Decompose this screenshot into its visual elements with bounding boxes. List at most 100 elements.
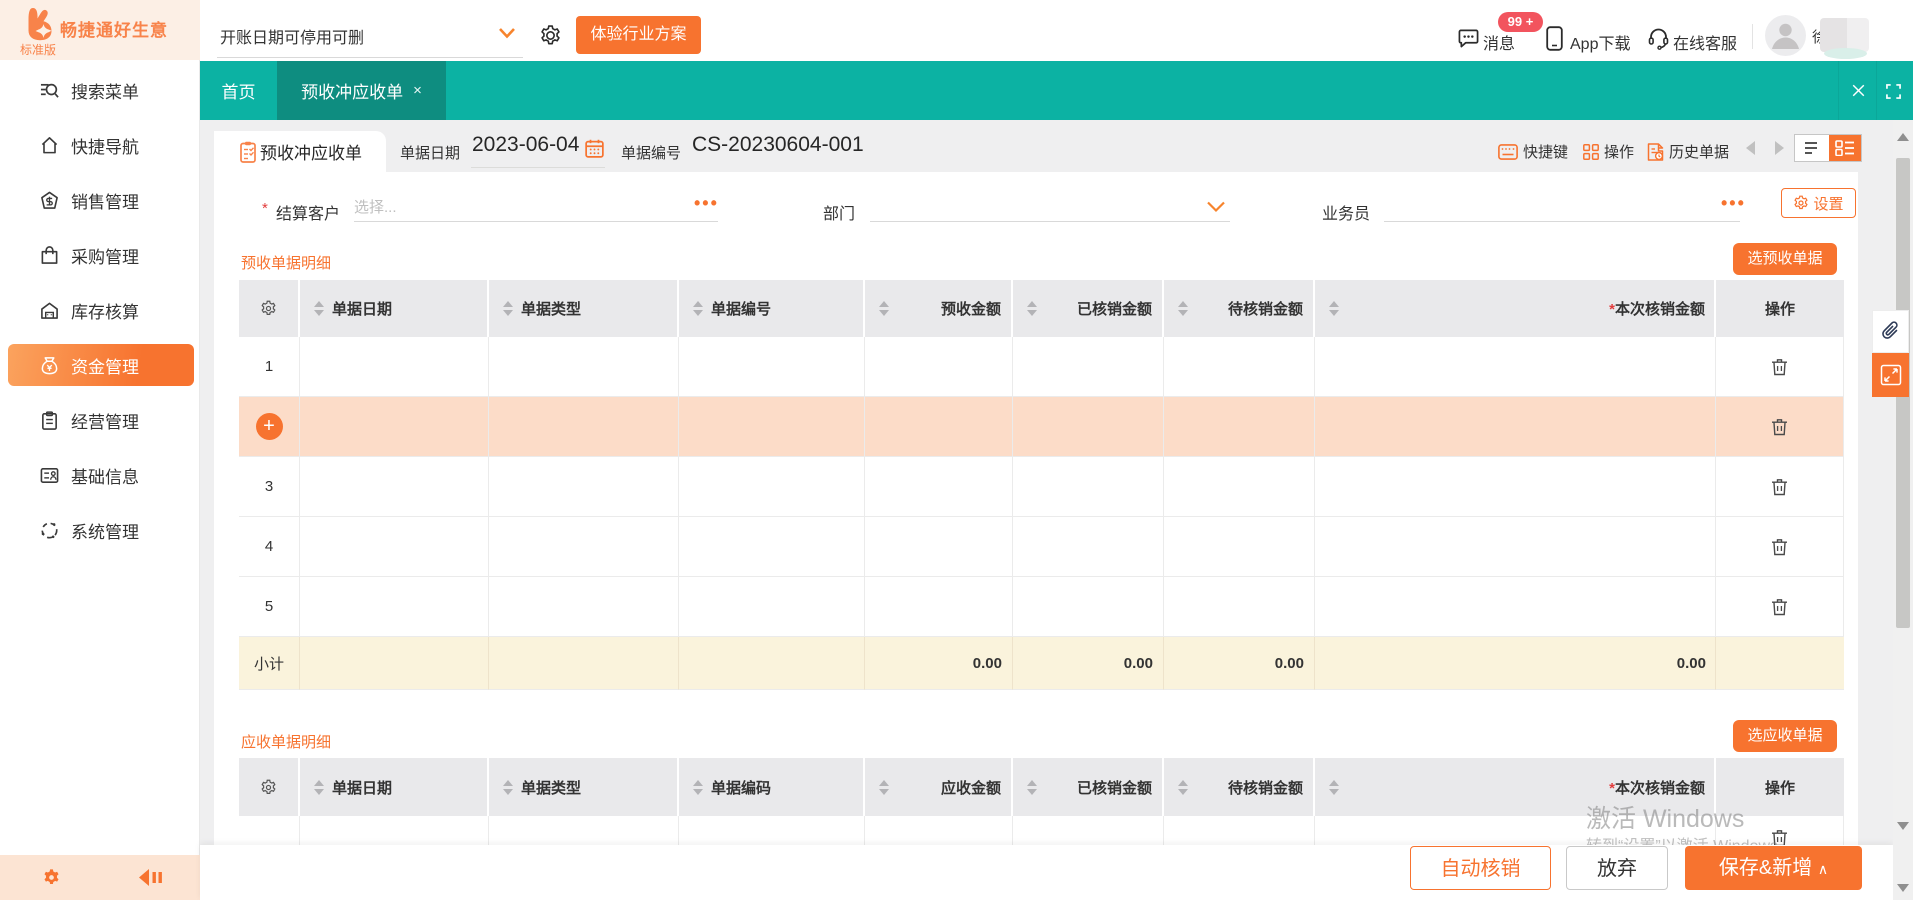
history-tool[interactable]: 历史单据 (1647, 141, 1729, 162)
table-cell[interactable] (1164, 517, 1315, 577)
table-cell[interactable] (1013, 816, 1164, 845)
table-row[interactable]: 4 (239, 517, 1844, 577)
table-cell[interactable] (1315, 517, 1716, 577)
sidebar-item-0[interactable]: 搜索菜单 (8, 69, 194, 111)
column-header[interactable]: 已核销金额 (1013, 280, 1164, 337)
table-cell[interactable] (300, 517, 489, 577)
table-cell[interactable] (300, 397, 489, 457)
table-cell[interactable] (300, 577, 489, 637)
table-row[interactable]: 1 (239, 337, 1844, 397)
delete-row-icon[interactable] (1771, 358, 1788, 376)
actions-tool[interactable]: 操作 (1583, 141, 1634, 162)
sort-icon[interactable] (693, 301, 703, 316)
table-cell[interactable] (300, 337, 489, 397)
table-cell[interactable] (1315, 577, 1716, 637)
table-cell[interactable] (489, 816, 679, 845)
table-cell[interactable] (865, 517, 1013, 577)
table-settings-icon[interactable] (260, 779, 277, 796)
account-set-select[interactable]: 开账日期可停用可删 (220, 24, 364, 48)
sidebar-item-5[interactable]: 资金管理 (8, 344, 194, 386)
table-cell[interactable] (489, 577, 679, 637)
settings-button[interactable]: 设置 (1781, 188, 1856, 218)
table-cell[interactable] (1013, 577, 1164, 637)
tab-doc[interactable]: 预收冲应收单 × (277, 61, 446, 120)
sidebar-item-4[interactable]: 库存核算 (8, 289, 194, 331)
sidebar-settings-icon[interactable] (42, 868, 61, 887)
table-cell[interactable] (489, 517, 679, 577)
sort-icon[interactable] (1027, 301, 1037, 316)
app-download-label[interactable]: App下载 (1570, 30, 1630, 54)
expand-float-button[interactable] (1872, 353, 1909, 397)
chevron-down-icon[interactable] (498, 27, 516, 39)
card-view-button[interactable] (1829, 135, 1862, 161)
gear-icon[interactable] (539, 24, 562, 47)
table-cell[interactable] (865, 457, 1013, 517)
table-cell[interactable] (300, 457, 489, 517)
scrollbar-up-icon[interactable] (1897, 133, 1909, 141)
table-cell[interactable] (1315, 397, 1716, 457)
sidebar-item-6[interactable]: 经营管理 (8, 399, 194, 441)
table-cell[interactable] (1164, 337, 1315, 397)
table-cell[interactable] (679, 816, 865, 845)
table-cell[interactable] (1315, 337, 1716, 397)
table-cell[interactable] (679, 517, 865, 577)
save-and-new-button[interactable]: 保存&新增 ∧ (1685, 846, 1862, 890)
delete-row-icon[interactable] (1771, 538, 1788, 556)
column-header[interactable]: 单据日期 (300, 758, 489, 816)
column-header[interactable]: 待核销金额 (1164, 280, 1315, 337)
table-cell[interactable] (679, 397, 865, 457)
table-cell[interactable] (865, 337, 1013, 397)
sort-icon[interactable] (503, 301, 513, 316)
app-download-icon[interactable] (1546, 26, 1563, 51)
prev-doc-icon[interactable] (1746, 141, 1755, 155)
table-settings-icon[interactable] (260, 300, 277, 317)
sidebar-item-8[interactable]: 系统管理 (8, 509, 194, 551)
auto-verify-button[interactable]: 自动核销 (1410, 846, 1551, 890)
column-header[interactable]: 应收金额 (865, 758, 1013, 816)
sort-icon[interactable] (1329, 301, 1339, 316)
table-cell[interactable] (1013, 337, 1164, 397)
column-header[interactable]: 单据日期 (300, 280, 489, 337)
save-chevron-up-icon[interactable]: ∧ (1818, 861, 1828, 877)
next-doc-icon[interactable] (1775, 141, 1784, 155)
sort-icon[interactable] (879, 780, 889, 795)
table-row[interactable]: + (239, 397, 1844, 457)
column-header[interactable]: 已核销金额 (1013, 758, 1164, 816)
sidebar-item-2[interactable]: 销售管理 (8, 179, 194, 221)
table-cell[interactable] (679, 577, 865, 637)
sidebar-item-3[interactable]: 采购管理 (8, 234, 194, 276)
salesman-input[interactable] (1384, 196, 1740, 222)
trial-plan-button[interactable]: 体验行业方案 (576, 16, 701, 54)
sort-icon[interactable] (1178, 780, 1188, 795)
message-icon[interactable] (1458, 28, 1479, 49)
delete-row-icon[interactable] (1771, 418, 1788, 436)
sort-icon[interactable] (1178, 301, 1188, 316)
collapse-sidebar-icon[interactable] (138, 868, 164, 887)
column-header[interactable]: 单据编号 (679, 280, 865, 337)
department-chevron-icon[interactable] (1206, 201, 1226, 213)
customer-input[interactable]: 选择... (354, 196, 718, 222)
salesman-more-icon[interactable]: ••• (1721, 198, 1746, 208)
table-cell[interactable] (1013, 397, 1164, 457)
column-header[interactable]: 单据类型 (489, 758, 679, 816)
column-header[interactable]: 单据类型 (489, 280, 679, 337)
customer-more-icon[interactable]: ••• (694, 198, 719, 208)
column-header[interactable]: 单据编码 (679, 758, 865, 816)
document-tab[interactable]: 预收冲应收单 (214, 131, 386, 172)
table-row[interactable]: 5 (239, 577, 1844, 637)
table-cell[interactable] (1164, 577, 1315, 637)
sidebar-item-7[interactable]: 基础信息 (8, 454, 194, 496)
shortcut-keys-tool[interactable]: 快捷键 (1498, 141, 1568, 162)
column-header[interactable]: 待核销金额 (1164, 758, 1315, 816)
column-header[interactable]: *本次核销金额 (1315, 280, 1716, 337)
window-scrollbar-down-icon[interactable] (1897, 884, 1909, 892)
scrollbar-down-icon[interactable] (1897, 822, 1909, 830)
sidebar-item-1[interactable]: 快捷导航 (8, 124, 194, 166)
select-receivable-button[interactable]: 选应收单据 (1733, 720, 1837, 752)
table-cell[interactable] (679, 337, 865, 397)
close-all-icon[interactable] (1852, 84, 1865, 97)
table-cell[interactable] (1013, 517, 1164, 577)
select-prepaid-button[interactable]: 选预收单据 (1733, 243, 1837, 275)
fullscreen-icon[interactable] (1886, 84, 1901, 99)
table-cell[interactable] (865, 397, 1013, 457)
